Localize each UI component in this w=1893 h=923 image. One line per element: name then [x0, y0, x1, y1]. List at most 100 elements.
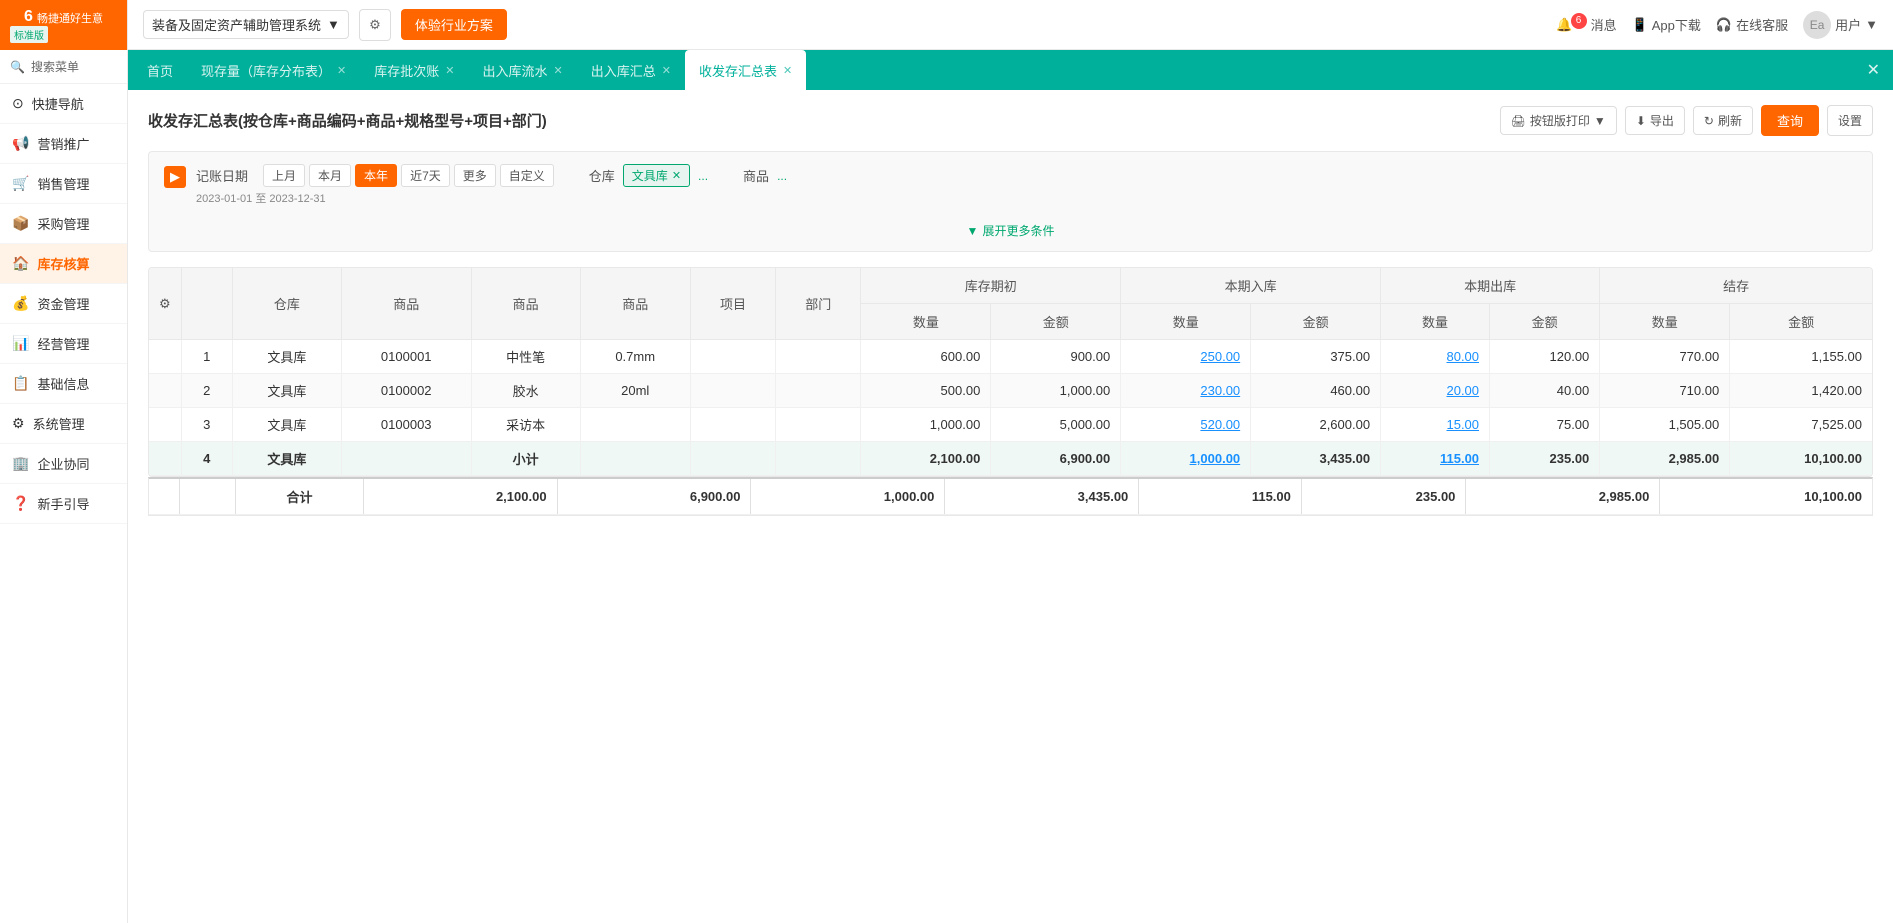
print-btn[interactable]: 🖨 按钮版打印 ▼	[1500, 106, 1617, 135]
notification-label: 消息	[1591, 15, 1617, 34]
sidebar-item-label: 营销推广	[37, 134, 89, 153]
row-out-qty[interactable]: 15.00	[1381, 408, 1490, 442]
row-open-amt: 1,000.00	[991, 374, 1121, 408]
date-btn-custom[interactable]: 自定义	[500, 164, 554, 187]
query-btn[interactable]: 查询	[1761, 105, 1819, 136]
sidebar-item-inventory[interactable]: 🏠 库存核算	[0, 244, 127, 284]
col-code-header: 商品	[341, 268, 471, 340]
user-menu[interactable]: Ea 用户 ▼	[1803, 11, 1878, 39]
col-in-amt-header: 金额	[1251, 304, 1381, 340]
row-bal-qty: 770.00	[1600, 340, 1730, 374]
date-btn-more[interactable]: 更多	[454, 164, 496, 187]
row-open-qty: 2,100.00	[861, 442, 991, 476]
sidebar-item-purchase[interactable]: 📦 采购管理	[0, 204, 127, 244]
row-settings[interactable]	[149, 374, 181, 408]
date-btn-prev-month[interactable]: 上月	[263, 164, 305, 187]
footer-open-amt: 6,900.00	[557, 479, 751, 515]
row-out-qty[interactable]: 20.00	[1381, 374, 1490, 408]
app-download-btn[interactable]: 📱 App下载	[1632, 15, 1701, 34]
row-in-qty[interactable]: 520.00	[1121, 408, 1251, 442]
system-select[interactable]: 装备及固定资产辅助管理系统 ▼	[143, 10, 349, 39]
table-row: 4文具库小计2,100.006,900.001,000.003,435.0011…	[149, 442, 1872, 476]
row-in-amt: 3,435.00	[1251, 442, 1381, 476]
sidebar-item-quick-nav[interactable]: ⊙ 快捷导航	[0, 84, 127, 124]
app-download-label: App下载	[1652, 15, 1701, 34]
sidebar-item-system[interactable]: ⚙ 系统管理	[0, 404, 127, 444]
tab-home[interactable]: 首页	[133, 50, 187, 90]
sidebar: 6 畅捷通好生意 标准版 🔍 搜索菜单 ⊙ 快捷导航 📢 营销推广 🛒 销售管理…	[0, 0, 128, 923]
app-logo: 6 畅捷通好生意 标准版	[0, 0, 127, 50]
row-dept	[776, 340, 861, 374]
tab-label: 库存批次账	[374, 61, 439, 80]
footer-empty2	[179, 479, 236, 515]
expand-more-btn[interactable]: ▼ 展开更多条件	[967, 222, 1055, 239]
row-settings[interactable]	[149, 340, 181, 374]
tab-close-btn[interactable]: ✕	[445, 64, 454, 77]
refresh-btn[interactable]: ↻ 刷新	[1693, 106, 1753, 135]
col-no-header	[181, 268, 232, 340]
row-warehouse: 文具库	[232, 408, 341, 442]
sidebar-item-guide[interactable]: ❓ 新手引导	[0, 484, 127, 524]
filter-row: 记账日期 上月 本月 本年 近7天 更多 自定义 仓库 文具库	[196, 164, 1857, 187]
sidebar-item-basic-info[interactable]: 📋 基础信息	[0, 364, 127, 404]
tab-batch-ledger[interactable]: 库存批次账 ✕	[360, 50, 468, 90]
row-bal-amt: 10,100.00	[1730, 442, 1872, 476]
tab-receipt-summary[interactable]: 收发存汇总表 ✕	[685, 50, 806, 90]
topbar-settings-btn[interactable]: ⚙	[359, 9, 391, 41]
footer-total-label: 合计	[236, 479, 363, 515]
tab-in-out-flow[interactable]: 出入库流水 ✕	[468, 50, 576, 90]
export-btn[interactable]: ⬇ 导出	[1625, 106, 1685, 135]
date-btn-this-year[interactable]: 本年	[355, 164, 397, 187]
warehouse-tag-remove[interactable]: ✕	[672, 169, 681, 182]
topbar: 装备及固定资产辅助管理系统 ▼ ⚙ 体验行业方案 🔔 6 消息 📱 App下载 …	[128, 0, 1893, 50]
row-out-qty[interactable]: 80.00	[1381, 340, 1490, 374]
warehouse-tag: 文具库 ✕	[623, 164, 690, 187]
row-settings[interactable]	[149, 442, 181, 476]
sales-icon: 🛒	[12, 175, 29, 192]
row-dept	[776, 442, 861, 476]
sidebar-item-marketing[interactable]: 📢 营销推广	[0, 124, 127, 164]
refresh-icon: ↻	[1704, 114, 1714, 128]
tab-close-btn[interactable]: ✕	[662, 64, 671, 77]
filter-collapse-btn[interactable]: ▶	[164, 166, 186, 188]
search-menu[interactable]: 🔍 搜索菜单	[0, 50, 127, 84]
tab-close-btn[interactable]: ✕	[337, 64, 346, 77]
notification-btn[interactable]: 🔔 6 消息	[1556, 15, 1616, 34]
row-in-qty[interactable]: 1,000.00	[1121, 442, 1251, 476]
row-spec: 20ml	[580, 374, 690, 408]
row-out-qty[interactable]: 115.00	[1381, 442, 1490, 476]
settings-btn[interactable]: 设置	[1827, 105, 1873, 136]
warehouse-more-btn[interactable]: ...	[698, 169, 708, 183]
footer-out-amt: 235.00	[1301, 479, 1466, 515]
row-goods: 胶水	[471, 374, 580, 408]
print-icon: 🖨	[1511, 114, 1526, 128]
sidebar-item-label: 销售管理	[37, 174, 89, 193]
online-service-btn[interactable]: 🎧 在线客服	[1716, 15, 1788, 34]
col-settings-header[interactable]: ⚙	[149, 268, 181, 340]
row-in-qty[interactable]: 230.00	[1121, 374, 1251, 408]
sidebar-item-label: 采购管理	[37, 214, 89, 233]
user-label: 用户	[1835, 15, 1861, 34]
tab-inventory-dist[interactable]: 现存量（库存分布表） ✕	[187, 50, 360, 90]
sidebar-item-enterprise[interactable]: 🏢 企业协同	[0, 444, 127, 484]
tab-in-out-summary[interactable]: 出入库汇总 ✕	[577, 50, 685, 90]
tabbar-close-btn[interactable]: ✕	[1859, 60, 1888, 80]
sidebar-item-operations[interactable]: 📊 经营管理	[0, 324, 127, 364]
row-open-amt: 6,900.00	[991, 442, 1121, 476]
expand-label: 展开更多条件	[982, 222, 1054, 239]
sidebar-item-sales[interactable]: 🛒 销售管理	[0, 164, 127, 204]
goods-more-btn[interactable]: ...	[777, 169, 787, 183]
tab-close-btn[interactable]: ✕	[783, 64, 792, 77]
search-label: 搜索菜单	[31, 58, 79, 75]
tab-close-btn[interactable]: ✕	[554, 64, 563, 77]
row-settings[interactable]	[149, 408, 181, 442]
date-btn-7days[interactable]: 近7天	[401, 164, 450, 187]
col-inbound-header: 本期入库	[1121, 268, 1381, 304]
trial-btn[interactable]: 体验行业方案	[401, 9, 507, 40]
row-in-qty[interactable]: 250.00	[1121, 340, 1251, 374]
warehouse-filter-label: 仓库	[589, 166, 615, 185]
sidebar-item-finance[interactable]: 💰 资金管理	[0, 284, 127, 324]
row-open-qty: 500.00	[861, 374, 991, 408]
col-open-amt-header: 金额	[991, 304, 1121, 340]
date-btn-this-month[interactable]: 本月	[309, 164, 351, 187]
